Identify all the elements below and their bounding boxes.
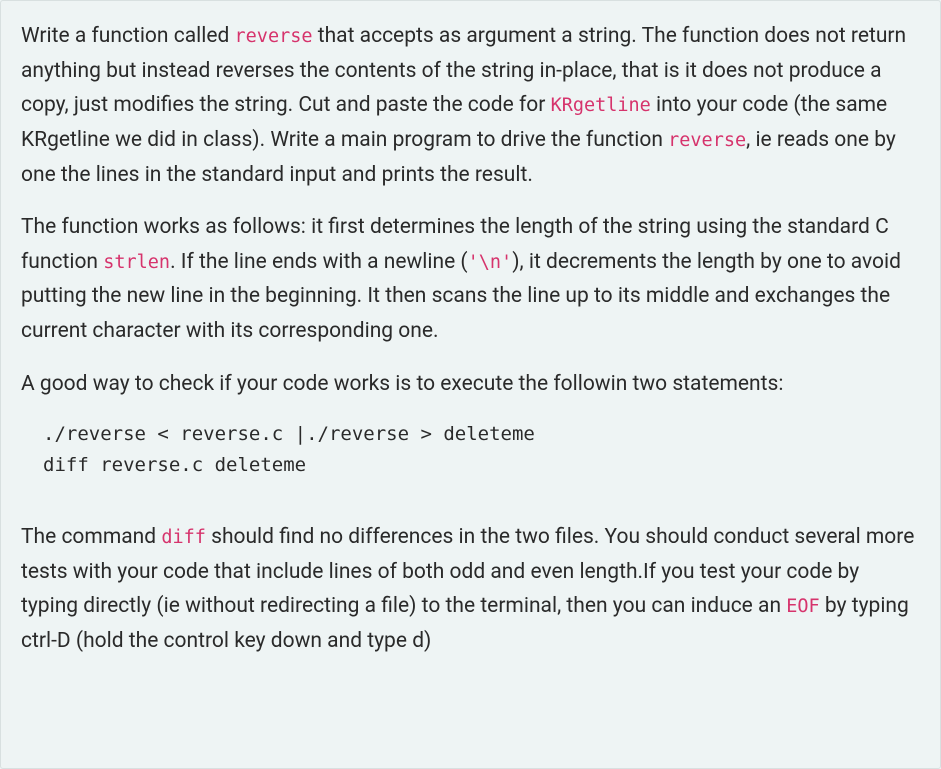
code-diff: diff	[161, 527, 206, 548]
paragraph-3: A good way to check if your code works i…	[21, 367, 920, 402]
code-strlen: strlen	[103, 252, 170, 273]
text: A good way to check if your code works i…	[21, 372, 783, 396]
text: . If the line ends with a newline (	[170, 250, 468, 274]
code-newline: '\n'	[468, 252, 513, 273]
code-krgetline: KRgetline	[551, 95, 651, 116]
text: The command	[21, 525, 161, 549]
code-reverse-2: reverse	[668, 130, 746, 151]
paragraph-2: The function works as follows: it first …	[21, 210, 920, 349]
code-eof: EOF	[786, 596, 819, 617]
paragraph-1: Write a function called reverse that acc…	[21, 19, 920, 192]
code-line-1: ./reverse < reverse.c |./reverse > delet…	[43, 423, 535, 445]
code-reverse: reverse	[235, 26, 313, 47]
code-line-2: diff reverse.c deleteme	[43, 454, 306, 476]
code-block: ./reverse < reverse.c |./reverse > delet…	[21, 419, 920, 480]
text: Write a function called	[21, 24, 235, 48]
paragraph-4: The command diff should find no differen…	[21, 520, 920, 659]
